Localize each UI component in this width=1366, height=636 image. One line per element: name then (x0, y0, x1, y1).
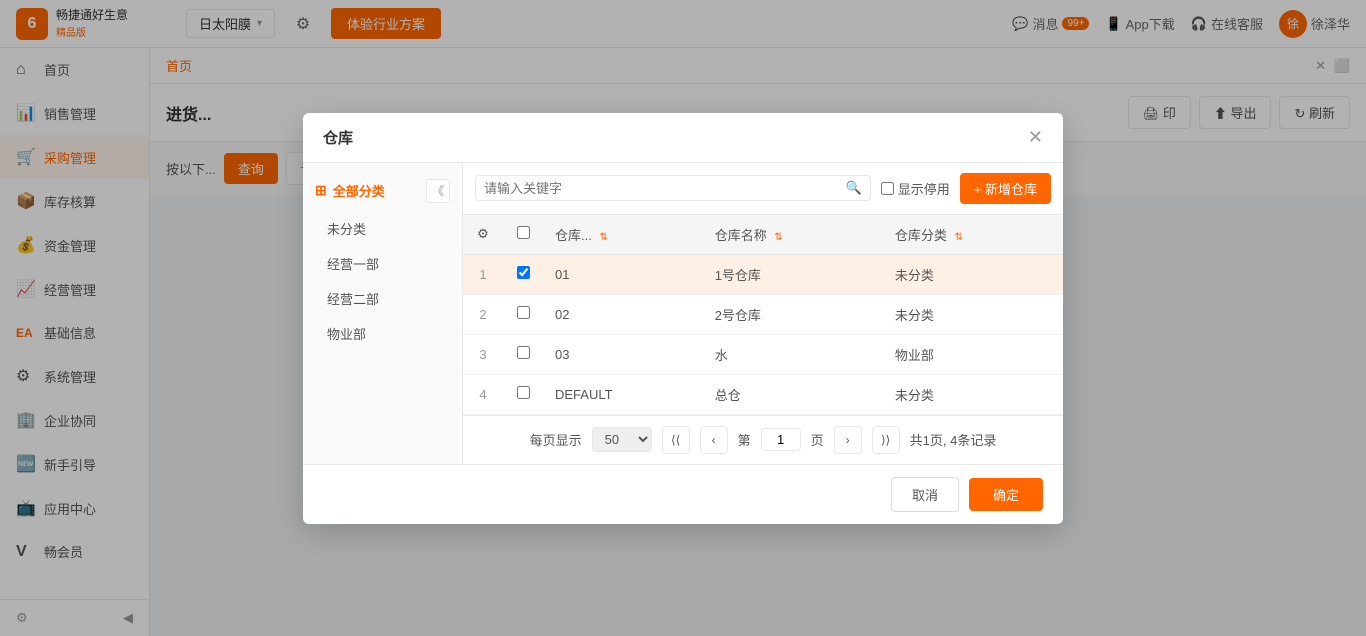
all-category-label: 全部分类 (333, 181, 385, 200)
warehouse-table: ⚙ 仓库... ⇅ 仓库名称 ⇅ 仓库分类 ⇅ 1 01 1号仓库 未分类 2 (463, 215, 1063, 415)
search-input[interactable] (484, 181, 840, 196)
row-code: 03 (543, 334, 703, 374)
row-category: 物业部 (883, 334, 1063, 374)
total-label: 共1页, 4条记录 (910, 430, 997, 449)
row-num: 4 (463, 374, 503, 414)
row-num: 2 (463, 294, 503, 334)
row-code: DEFAULT (543, 374, 703, 414)
th-checkbox (503, 215, 543, 255)
sort-icon-code: ⇅ (599, 232, 607, 243)
sort-icon-name: ⇅ (774, 232, 782, 243)
th-settings: ⚙ (463, 215, 503, 255)
row-name: 1号仓库 (703, 254, 883, 294)
table-row[interactable]: 2 02 2号仓库 未分类 (463, 294, 1063, 334)
pagination-bar: 每页显示 50 10 20 100 ⟨⟨ ‹ 第 页 › ⟩⟩ 共1页, 4条记… (463, 415, 1063, 464)
show-disabled-wrap: 显示停用 (881, 179, 950, 198)
th-name[interactable]: 仓库名称 ⇅ (703, 215, 883, 255)
all-category-title[interactable]: ⊞ 全部分类 (315, 181, 385, 200)
show-disabled-label: 显示停用 (898, 179, 950, 198)
category-item-property[interactable]: 物业部 (303, 316, 462, 351)
modal-header: 仓库 ✕ (303, 113, 1063, 163)
row-code: 01 (543, 254, 703, 294)
row-checkbox[interactable] (503, 374, 543, 414)
table-toolbar: 🔍 显示停用 + 新增仓库 (463, 163, 1063, 215)
cancel-button[interactable]: 取消 (891, 477, 959, 512)
category-panel: ⊞ 全部分类 《 未分类 经营一部 经营二部 物业部 (303, 163, 463, 464)
grid-icon: ⊞ (315, 182, 327, 199)
category-collapse-button[interactable]: 《 (426, 179, 450, 203)
sort-icon-category: ⇅ (954, 232, 962, 243)
show-disabled-checkbox[interactable] (881, 182, 894, 195)
page-number-input[interactable] (761, 428, 801, 451)
category-item-ops2[interactable]: 经营二部 (303, 281, 462, 316)
table-row[interactable]: 1 01 1号仓库 未分类 (463, 254, 1063, 294)
confirm-button[interactable]: 确定 (969, 478, 1043, 511)
table-body: 1 01 1号仓库 未分类 2 02 2号仓库 未分类 3 03 水 物业部 4… (463, 254, 1063, 414)
first-page-button[interactable]: ⟨⟨ (662, 426, 690, 454)
last-page-button[interactable]: ⟩⟩ (872, 426, 900, 454)
row-name: 总仓 (703, 374, 883, 414)
table-row[interactable]: 3 03 水 物业部 (463, 334, 1063, 374)
modal-body: ⊞ 全部分类 《 未分类 经营一部 经营二部 物业部 🔍 (303, 163, 1063, 464)
row-num: 1 (463, 254, 503, 294)
row-name: 2号仓库 (703, 294, 883, 334)
category-header: ⊞ 全部分类 《 (303, 171, 462, 211)
row-name: 水 (703, 334, 883, 374)
modal-footer: 取消 确定 (303, 464, 1063, 524)
per-page-select[interactable]: 50 10 20 100 (592, 427, 652, 452)
data-table: ⚙ 仓库... ⇅ 仓库名称 ⇅ 仓库分类 ⇅ 1 01 1号仓库 未分类 2 (463, 215, 1063, 415)
row-num: 3 (463, 334, 503, 374)
row-code: 02 (543, 294, 703, 334)
row-checkbox[interactable] (503, 334, 543, 374)
row-category: 未分类 (883, 294, 1063, 334)
page-unit: 页 (811, 430, 824, 449)
page-label: 第 (738, 430, 751, 449)
next-page-button[interactable]: › (834, 426, 862, 454)
search-wrap: 🔍 (475, 175, 871, 201)
search-icon: 🔍 (846, 180, 862, 196)
modal-title: 仓库 (323, 127, 353, 148)
row-checkbox[interactable] (503, 294, 543, 334)
th-code[interactable]: 仓库... ⇅ (543, 215, 703, 255)
th-category[interactable]: 仓库分类 ⇅ (883, 215, 1063, 255)
warehouse-modal: 仓库 ✕ ⊞ 全部分类 《 未分类 经营一部 经营二部 物业部 (303, 113, 1063, 524)
prev-page-button[interactable]: ‹ (700, 426, 728, 454)
row-checkbox[interactable] (503, 254, 543, 294)
add-warehouse-button[interactable]: + 新增仓库 (960, 173, 1051, 204)
modal-close-button[interactable]: ✕ (1028, 127, 1043, 148)
modal-overlay: 仓库 ✕ ⊞ 全部分类 《 未分类 经营一部 经营二部 物业部 (0, 0, 1366, 636)
category-item-ops1[interactable]: 经营一部 (303, 246, 462, 281)
table-header-row: ⚙ 仓库... ⇅ 仓库名称 ⇅ 仓库分类 ⇅ (463, 215, 1063, 255)
per-page-label: 每页显示 (530, 430, 582, 449)
select-all-checkbox[interactable] (517, 226, 530, 239)
row-category: 未分类 (883, 254, 1063, 294)
table-area: 🔍 显示停用 + 新增仓库 ⚙ (463, 163, 1063, 464)
row-category: 未分类 (883, 374, 1063, 414)
table-row[interactable]: 4 DEFAULT 总仓 未分类 (463, 374, 1063, 414)
category-item-unclassified[interactable]: 未分类 (303, 211, 462, 246)
